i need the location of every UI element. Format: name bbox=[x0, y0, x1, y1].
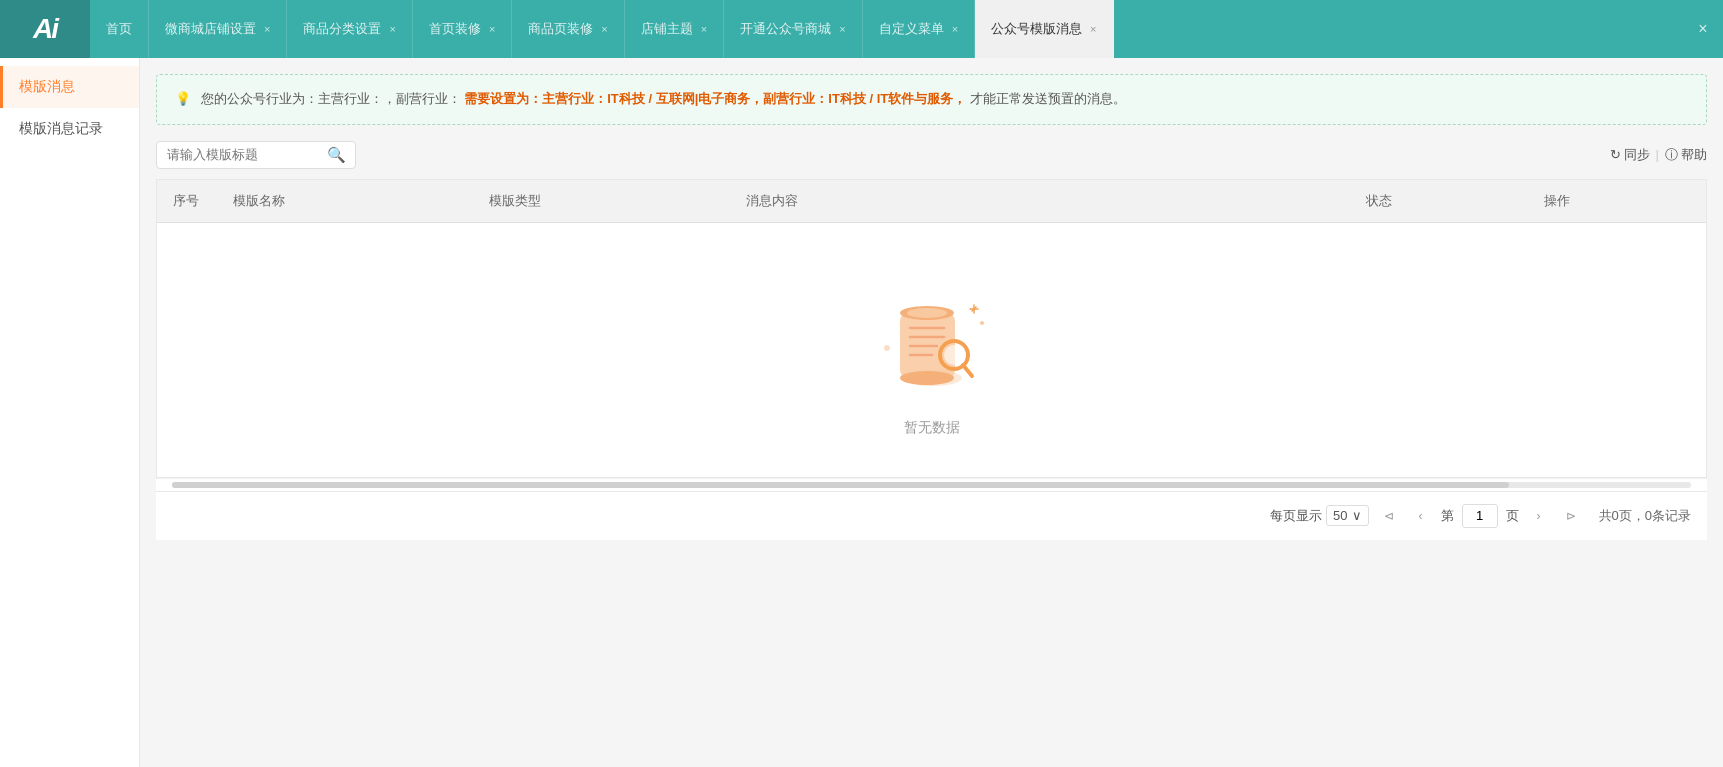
main-layout: 模版消息模版消息记录 💡 您的公众号行业为：主营行业：，副营行业： 需要设置为：… bbox=[0, 58, 1723, 767]
search-input[interactable] bbox=[167, 147, 327, 162]
empty-text: 暂无数据 bbox=[904, 419, 960, 437]
svg-point-10 bbox=[944, 345, 964, 365]
scroll-inner bbox=[172, 482, 1691, 488]
nav-tab-template-msg[interactable]: 公众号模版消息× bbox=[975, 0, 1113, 58]
sidebar: 模版消息模版消息记录 bbox=[0, 58, 140, 767]
toolbar: 🔍 ↻ 同步 | ⓘ 帮助 bbox=[156, 141, 1707, 169]
horizontal-scrollbar[interactable] bbox=[156, 478, 1707, 491]
tab-close-icon[interactable]: × bbox=[701, 23, 707, 35]
notice-highlight: 需要设置为：主营行业：IT科技 / 互联网|电子商务，副营行业：IT科技 / I… bbox=[464, 91, 966, 106]
nav-tab-category-settings[interactable]: 商品分类设置× bbox=[287, 0, 412, 58]
tab-close-icon[interactable]: × bbox=[1090, 23, 1096, 35]
nav-tab-home-decoration[interactable]: 首页装修× bbox=[413, 0, 512, 58]
notice-prefix: 您的公众号行业为：主营行业：，副营行业： bbox=[201, 91, 461, 106]
empty-state: 暂无数据 bbox=[157, 223, 1706, 477]
svg-point-16 bbox=[884, 345, 890, 351]
table-container: 序号模版名称模版类型消息内容状态操作 bbox=[156, 179, 1707, 491]
nav-tabs: 首页微商城店铺设置×商品分类设置×首页装修×商品页装修×店铺主题×开通公众号商城… bbox=[90, 0, 1683, 58]
col-header-index: 序号 bbox=[157, 179, 217, 222]
tab-close-icon[interactable]: × bbox=[601, 23, 607, 35]
nav-tab-shop-theme[interactable]: 店铺主题× bbox=[625, 0, 724, 58]
tab-close-icon[interactable]: × bbox=[952, 23, 958, 35]
notice-icon: 💡 bbox=[175, 91, 191, 106]
help-icon: ⓘ bbox=[1665, 146, 1678, 164]
sidebar-item-template-message-log[interactable]: 模版消息记录 bbox=[0, 108, 139, 150]
col-header-action: 操作 bbox=[1528, 179, 1707, 222]
search-box[interactable]: 🔍 bbox=[156, 141, 356, 169]
page-label-pre: 第 bbox=[1441, 507, 1454, 525]
search-button[interactable]: 🔍 bbox=[327, 146, 346, 164]
top-nav: Ai 首页微商城店铺设置×商品分类设置×首页装修×商品页装修×店铺主题×开通公众… bbox=[0, 0, 1723, 58]
empty-row: 暂无数据 bbox=[157, 222, 1707, 477]
tab-close-icon[interactable]: × bbox=[839, 23, 845, 35]
tab-close-icon[interactable]: × bbox=[389, 23, 395, 35]
col-header-status: 状态 bbox=[1350, 179, 1527, 222]
sync-label: 同步 bbox=[1624, 146, 1650, 164]
tab-close-icon[interactable]: × bbox=[264, 23, 270, 35]
col-header-name: 模版名称 bbox=[217, 179, 474, 222]
help-label: 帮助 bbox=[1681, 146, 1707, 164]
table-body: 暂无数据 bbox=[157, 222, 1707, 477]
svg-line-11 bbox=[963, 365, 972, 376]
svg-point-3 bbox=[907, 308, 947, 318]
notice-suffix: 才能正常发送预置的消息。 bbox=[970, 91, 1126, 106]
content-area: 💡 您的公众号行业为：主营行业：，副营行业： 需要设置为：主营行业：IT科技 /… bbox=[140, 58, 1723, 767]
close-all-button[interactable]: × bbox=[1683, 0, 1723, 58]
sync-button[interactable]: ↻ 同步 bbox=[1610, 146, 1650, 164]
page-size-select: 每页显示 50 ∨ bbox=[1270, 505, 1368, 526]
pagination: 每页显示 50 ∨ ⊲ ‹ 第 页 › ⊳ 共0页，0条记录 bbox=[156, 491, 1707, 540]
svg-point-15 bbox=[980, 321, 984, 325]
scroll-thumb bbox=[172, 482, 1509, 488]
empty-illustration bbox=[872, 283, 992, 403]
svg-point-4 bbox=[900, 371, 954, 385]
sync-icon: ↻ bbox=[1610, 147, 1621, 162]
toolbar-divider: | bbox=[1656, 147, 1659, 162]
logo-text: Ai bbox=[33, 13, 57, 45]
page-total: 共0页，0条记录 bbox=[1599, 507, 1691, 525]
table-header: 序号模版名称模版类型消息内容状态操作 bbox=[157, 179, 1707, 222]
page-input[interactable] bbox=[1462, 504, 1498, 528]
next-page-button[interactable]: › bbox=[1527, 504, 1551, 528]
nav-tab-product-decoration[interactable]: 商品页装修× bbox=[512, 0, 624, 58]
col-header-content: 消息内容 bbox=[730, 179, 1350, 222]
nav-tab-custom-menu[interactable]: 自定义菜单× bbox=[863, 0, 975, 58]
nav-tab-open-mall[interactable]: 开通公众号商城× bbox=[724, 0, 862, 58]
first-page-button[interactable]: ⊲ bbox=[1377, 504, 1401, 528]
page-label-suf: 页 bbox=[1506, 507, 1519, 525]
dropdown-arrow-icon: ∨ bbox=[1352, 508, 1362, 523]
data-table: 序号模版名称模版类型消息内容状态操作 bbox=[156, 179, 1707, 478]
help-button[interactable]: ⓘ 帮助 bbox=[1665, 146, 1707, 164]
page-size-dropdown[interactable]: 50 ∨ bbox=[1326, 505, 1368, 526]
page-size-value: 50 bbox=[1333, 508, 1347, 523]
page-size-label: 每页显示 bbox=[1270, 507, 1322, 525]
toolbar-right: ↻ 同步 | ⓘ 帮助 bbox=[1610, 146, 1707, 164]
col-header-type: 模版类型 bbox=[473, 179, 730, 222]
nav-tab-shop-settings[interactable]: 微商城店铺设置× bbox=[149, 0, 287, 58]
notice-box: 💡 您的公众号行业为：主营行业：，副营行业： 需要设置为：主营行业：IT科技 /… bbox=[156, 74, 1707, 125]
last-page-button[interactable]: ⊳ bbox=[1559, 504, 1583, 528]
logo: Ai bbox=[0, 0, 90, 58]
nav-tab-home[interactable]: 首页 bbox=[90, 0, 149, 58]
prev-page-button[interactable]: ‹ bbox=[1409, 504, 1433, 528]
tab-close-icon[interactable]: × bbox=[489, 23, 495, 35]
sidebar-item-template-message[interactable]: 模版消息 bbox=[0, 66, 139, 108]
